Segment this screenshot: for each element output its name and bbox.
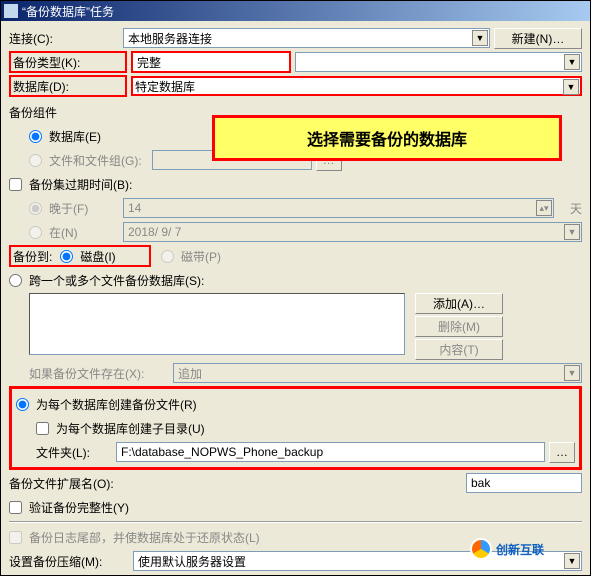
components-legend: 备份组件 (9, 104, 57, 121)
contents-button: 内容(T) (415, 339, 503, 360)
tape-radio: 磁带(P) (161, 248, 221, 265)
component-database-label: 数据库(E) (49, 128, 101, 145)
perdb-label: 为每个数据库创建备份文件(R) (36, 396, 197, 413)
component-database-radio[interactable]: 数据库(E) (29, 128, 101, 145)
radio-input[interactable] (16, 398, 29, 411)
radio-input[interactable] (60, 250, 73, 263)
highlight-backup-type-label: 备份类型(K): (9, 51, 127, 73)
folder-value: F:\database_NOPWS_Phone_backup (121, 445, 323, 459)
expire-after-label: 晚于(F) (49, 200, 88, 217)
expire-on-radio: 在(N) (29, 224, 119, 241)
expire-unit: 天 (570, 200, 582, 217)
if-exists-label: 如果备份文件存在(X): (29, 365, 169, 382)
radio-input (29, 226, 42, 239)
chevron-down-icon: ▼ (564, 365, 580, 381)
backup-type-combo[interactable]: ▼ (295, 52, 582, 72)
across-files-label: 跨一个或多个文件备份数据库(S): (29, 272, 204, 289)
database-value: 特定数据库 (135, 78, 195, 95)
if-exists-combo: 追加 ▼ (173, 363, 582, 383)
app-icon (4, 4, 18, 18)
across-files-radio[interactable]: 跨一个或多个文件备份数据库(S): (9, 272, 204, 289)
radio-input (29, 202, 42, 215)
radio-input (29, 154, 42, 167)
expire-on-value: 2018/ 9/ 7 (128, 225, 181, 239)
watermark-text: 创新互联 (496, 541, 544, 558)
disk-radio[interactable]: 磁盘(I) (60, 248, 115, 265)
highlight-backup-to: 备份到: 磁盘(I) (9, 245, 151, 267)
radio-input[interactable] (9, 274, 22, 287)
backup-to-label: 备份到: (13, 248, 52, 265)
checkbox-input[interactable] (9, 178, 22, 191)
tape-label: 磁带(P) (181, 248, 221, 265)
checkbox-input[interactable] (9, 501, 22, 514)
database-combo[interactable]: 特定数据库 ▼ (131, 76, 582, 96)
connection-label: 连接(C): (9, 30, 119, 47)
perdb-radio[interactable]: 为每个数据库创建备份文件(R) (16, 396, 197, 413)
add-button[interactable]: 添加(A)… (415, 293, 503, 314)
ext-label: 备份文件扩展名(O): (9, 475, 149, 492)
expire-after-value: 14 (128, 201, 141, 215)
folder-browse-button[interactable]: … (549, 442, 575, 463)
folder-field[interactable]: F:\database_NOPWS_Phone_backup (116, 442, 545, 462)
watermark-logo-icon (470, 538, 492, 560)
database-label: 数据库(D): (13, 78, 69, 95)
expire-label: 备份集过期时间(B): (29, 176, 132, 193)
chevron-down-icon[interactable]: ▼ (472, 30, 488, 46)
radio-input (161, 250, 174, 263)
watermark: 创新互联 (470, 533, 590, 565)
spinner-icon: ▴▾ (536, 200, 552, 216)
backup-type-label: 备份类型(K): (13, 54, 80, 71)
radio-input[interactable] (29, 130, 42, 143)
verify-label: 验证备份完整性(Y) (29, 499, 129, 516)
expire-after-radio: 晚于(F) (29, 200, 119, 217)
if-exists-value: 追加 (178, 365, 202, 382)
remove-button: 删除(M) (415, 316, 503, 337)
chevron-down-icon: ▼ (564, 224, 580, 240)
disk-label: 磁盘(I) (80, 248, 115, 265)
backup-type-value: 完整 (137, 54, 161, 71)
divider (9, 521, 582, 523)
compression-value: 使用默认服务器设置 (138, 553, 246, 570)
connection-value: 本地服务器连接 (128, 30, 212, 47)
component-files-radio: 文件和文件组(G): (29, 152, 142, 169)
new-connection-button[interactable]: 新建(N)… (494, 28, 582, 49)
checkbox-input (9, 531, 22, 544)
taillog-label: 备份日志尾部，并使数据库处于还原状态(L) (29, 529, 260, 546)
chevron-down-icon[interactable]: ▼ (563, 79, 579, 95)
titlebar: “备份数据库”任务 (1, 1, 590, 21)
chevron-down-icon[interactable]: ▼ (564, 54, 580, 70)
verify-checkbox[interactable]: 验证备份完整性(Y) (9, 499, 129, 516)
expire-checkbox[interactable]: 备份集过期时间(B): (9, 176, 132, 193)
subdir-checkbox[interactable]: 为每个数据库创建子目录(U) (36, 420, 205, 437)
ext-value: bak (471, 476, 490, 490)
component-files-label: 文件和文件组(G): (49, 152, 142, 169)
compression-label: 设置备份压缩(M): (9, 553, 129, 570)
taillog-checkbox: 备份日志尾部，并使数据库处于还原状态(L) (9, 529, 260, 546)
title-text: “备份数据库”任务 (22, 3, 114, 20)
annotation-callout: 选择需要备份的数据库 (212, 115, 562, 161)
highlight-database-label: 数据库(D): (9, 75, 127, 97)
checkbox-input[interactable] (36, 422, 49, 435)
folder-label: 文件夹(L): (36, 444, 112, 461)
files-listbox[interactable] (29, 293, 405, 355)
ext-field[interactable]: bak (466, 473, 582, 493)
connection-combo[interactable]: 本地服务器连接 ▼ (123, 28, 490, 48)
expire-on-date: 2018/ 9/ 7 ▼ (123, 222, 582, 242)
expire-after-spinner: 14 ▴▾ (123, 198, 554, 218)
subdir-label: 为每个数据库创建子目录(U) (56, 420, 205, 437)
expire-on-label: 在(N) (49, 224, 78, 241)
highlight-backup-type-value: 完整 (131, 51, 291, 73)
